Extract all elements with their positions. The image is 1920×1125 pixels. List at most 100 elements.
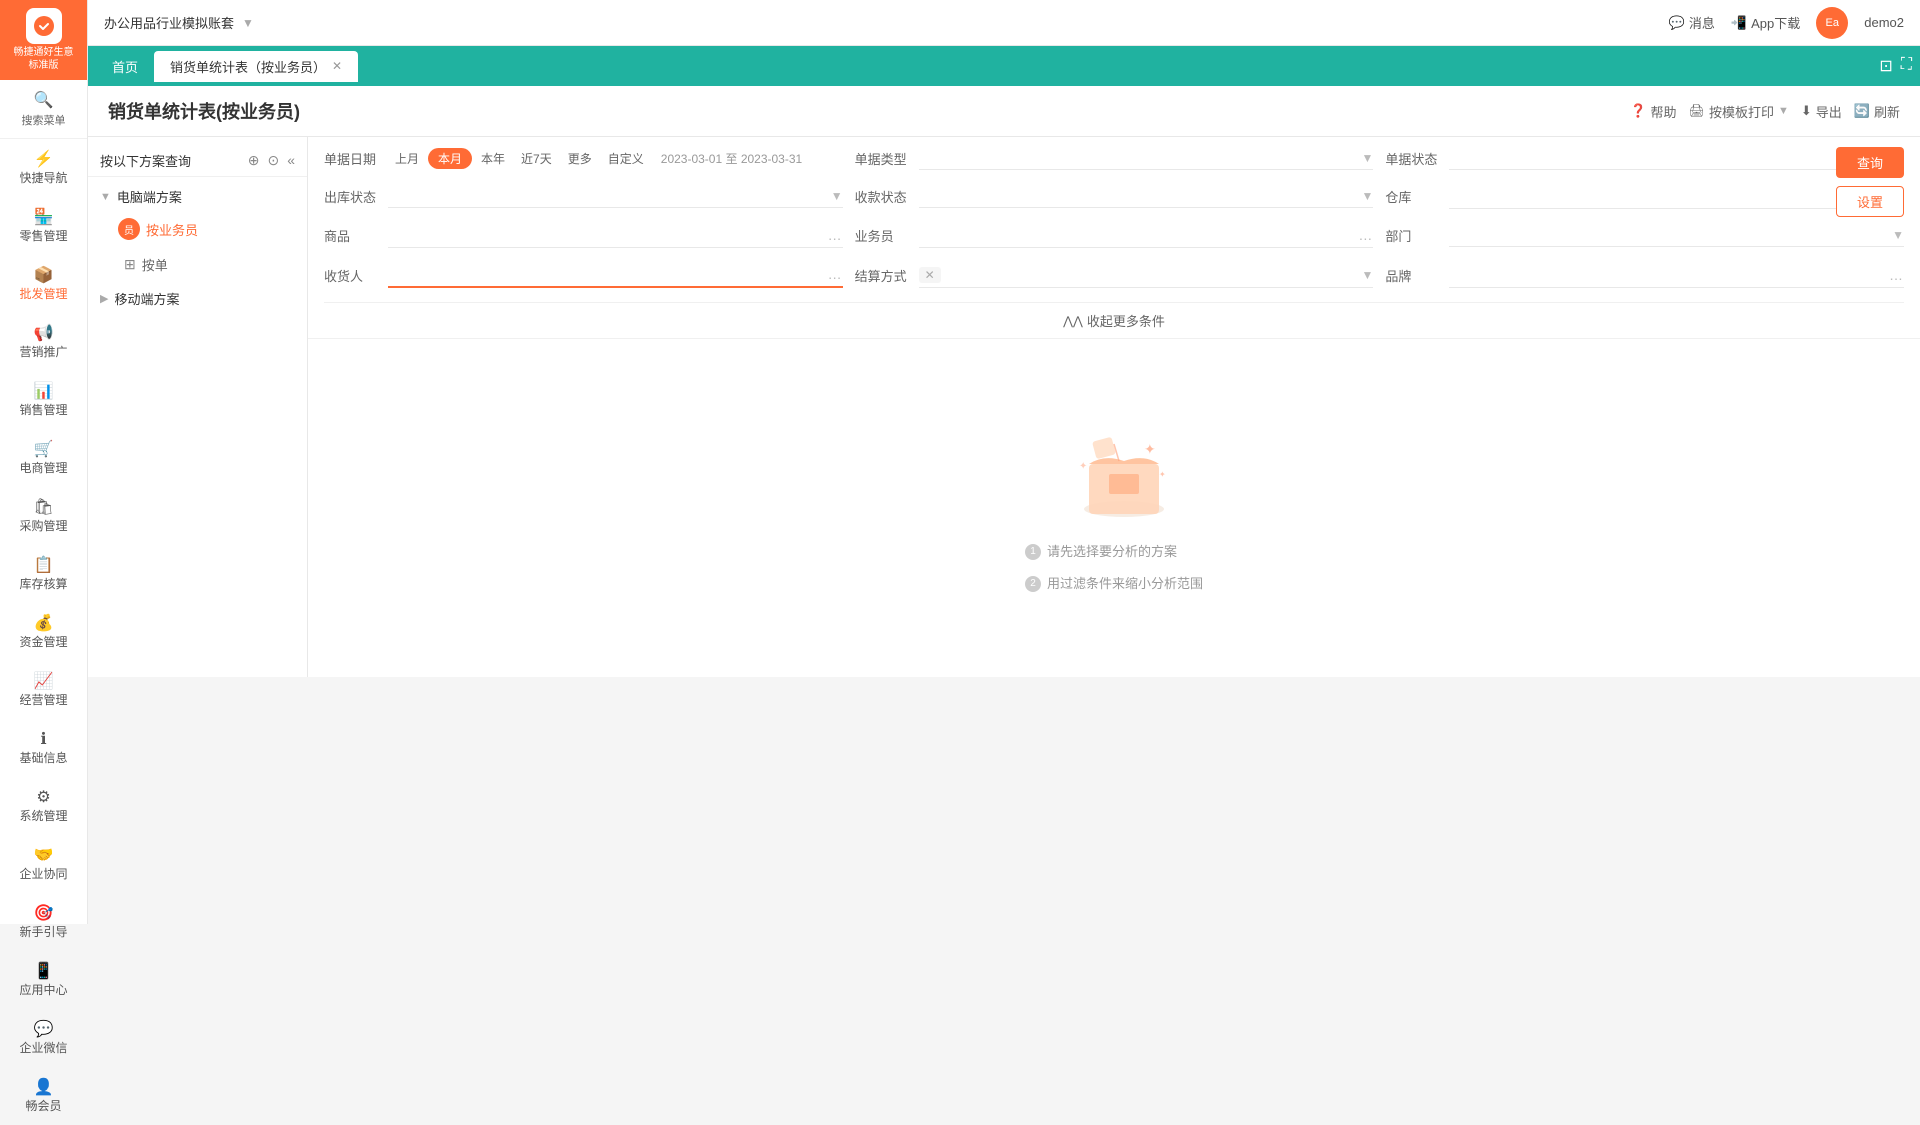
department-chevron-icon: ▼ (1892, 228, 1904, 242)
scheme-group-desktop-label: 电脑端方案 (117, 187, 182, 206)
print-icon: 🖨 (1688, 103, 1705, 119)
filter-doc-type: 单据类型 ▼ (843, 147, 1374, 170)
brand-select[interactable]: … (1449, 263, 1904, 288)
sidebar-item-marketing[interactable]: 📢 营销推广 (0, 313, 87, 371)
tab-minimize-icon[interactable]: ⊡ (1879, 56, 1892, 76)
left-panel-header: 按以下方案查询 ⊕ ⊙ « (88, 145, 307, 177)
tab-close-icon[interactable]: ✕ (332, 59, 342, 73)
user-avatar[interactable]: Ea (1816, 7, 1848, 39)
out-status-select[interactable]: ▼ (388, 185, 843, 208)
date-tab-current-year[interactable]: 本年 (474, 148, 512, 169)
filter-department: 部门 ▼ (1373, 224, 1904, 247)
scheme-group-desktop-header[interactable]: ▼ 电脑端方案 (88, 181, 307, 212)
scheme-group-mobile-header[interactable]: ▶ 移动端方案 (88, 283, 307, 314)
sidebar-item-system[interactable]: ⚙ 系统管理 (0, 777, 87, 835)
goods-select[interactable]: … (388, 223, 843, 248)
left-panel-title: 按以下方案查询 (100, 151, 191, 170)
sidebar-item-app-center[interactable]: 📱 应用中心 (0, 951, 87, 1009)
filter-settlement: 结算方式 ✕ ▼ (843, 263, 1374, 288)
date-tab-more[interactable]: 更多 (561, 148, 599, 169)
sidebar-item-retail[interactable]: 🏪 零售管理 (0, 197, 87, 255)
doc-status-label: 单据状态 (1385, 149, 1441, 168)
settlement-chevron-icon: ▼ (1361, 268, 1373, 282)
sub-group-by-order: ⊞ 按单 (88, 246, 307, 283)
inventory-icon: 📋 (34, 555, 54, 575)
filter-receiver: 收货人 … (324, 262, 843, 288)
sidebar-item-search[interactable]: 🔍 搜索菜单 (0, 80, 87, 139)
svg-text:✦: ✦ (1159, 470, 1166, 479)
sidebar-item-operations[interactable]: 📈 经营管理 (0, 661, 87, 719)
content-wrapper: 按以下方案查询 ⊕ ⊙ « ▼ 电脑端方案 (88, 137, 1920, 677)
query-button[interactable]: 查询 (1836, 147, 1904, 178)
scheme-group-mobile-arrow-icon: ▶ (100, 292, 108, 305)
sidebar-logo[interactable]: 畅捷通好生意 标准版 (0, 0, 87, 80)
empty-state-icon: ✦ ✦ ✦ (1064, 419, 1164, 519)
goods-dots: … (828, 227, 843, 243)
sidebar-item-collab[interactable]: 🤝 企业协同 (0, 835, 87, 893)
refresh-button[interactable]: 🔄 刷新 (1854, 102, 1900, 121)
scheme-item-salesperson[interactable]: 员 按业务员 (88, 212, 307, 246)
sidebar-item-sales[interactable]: 📊 销售管理 (0, 371, 87, 429)
salesperson-label: 业务员 (855, 226, 911, 245)
sidebar-item-ecommerce[interactable]: 🛒 电商管理 (0, 429, 87, 487)
export-button[interactable]: ⬇ 导出 (1801, 102, 1842, 121)
sidebar-item-finance[interactable]: 💰 资金管理 (0, 603, 87, 661)
app-center-icon: 📱 (34, 961, 54, 981)
sidebar-item-member[interactable]: 👤 畅会员 (0, 1067, 87, 1125)
tip-item-2: 2 用过滤条件来缩小分析范围 (1025, 571, 1203, 597)
guide-icon: 🎯 (34, 903, 54, 923)
doc-type-select[interactable]: ▼ (919, 147, 1374, 170)
add-scheme-icon[interactable]: ⊕ (248, 152, 260, 169)
print-button[interactable]: 🖨 按模板打印 ▼ (1688, 102, 1788, 121)
sub-group-by-order-header[interactable]: ⊞ 按单 (88, 250, 307, 279)
receiver-input[interactable]: … (388, 262, 843, 288)
receipt-status-select[interactable]: ▼ (919, 185, 1374, 208)
settlement-tag-clear-icon[interactable]: ✕ (925, 268, 935, 282)
tab-sales-stat[interactable]: 销货单统计表（按业务员） ✕ (154, 51, 358, 82)
logo-text: 畅捷通好生意 标准版 (14, 46, 74, 72)
refresh-icon: 🔄 (1854, 103, 1870, 119)
user-name[interactable]: demo2 (1864, 15, 1904, 30)
settlement-tag: ✕ (919, 267, 941, 283)
sidebar-item-quick-nav[interactable]: ⚡ 快捷导航 (0, 139, 87, 197)
account-dropdown[interactable]: 办公用品行业模拟账套 (104, 13, 234, 32)
message-button[interactable]: 💬 消息 (1669, 13, 1715, 32)
sidebar-item-purchase[interactable]: 🛍 采购管理 (0, 487, 87, 545)
department-select[interactable]: ▼ (1449, 224, 1904, 247)
tab-home[interactable]: 首页 (96, 51, 154, 82)
out-status-label: 出库状态 (324, 187, 380, 206)
edit-scheme-icon[interactable]: ⊙ (267, 152, 279, 169)
help-button[interactable]: ❓ 帮助 (1630, 102, 1676, 121)
settings-button[interactable]: 设置 (1836, 186, 1904, 217)
sidebar-item-inventory[interactable]: 📋 库存核算 (0, 545, 87, 603)
salesperson-dots: … (1358, 227, 1373, 243)
sidebar-item-wholesale[interactable]: 📦 批发管理 (0, 255, 87, 313)
date-tab-current-month[interactable]: 本月 (428, 148, 472, 169)
receiver-dots: … (828, 266, 843, 282)
print-chevron-icon: ▼ (1778, 105, 1789, 117)
sidebar-item-enterprise-wechat[interactable]: 💬 企业微信 (0, 1009, 87, 1067)
sidebar-item-guide[interactable]: 🎯 新手引导 (0, 893, 87, 951)
collapse-panel-icon[interactable]: « (287, 152, 295, 169)
date-tab-last-7-days[interactable]: 近7天 (514, 148, 559, 169)
receipt-status-chevron-icon: ▼ (1361, 189, 1373, 203)
brand-dots: … (1889, 267, 1904, 283)
date-tab-last-month[interactable]: 上月 (388, 148, 426, 169)
collapse-button[interactable]: ⋀⋀ 收起更多条件 (1063, 311, 1165, 330)
filter-row-3: 商品 … 业务员 … (324, 223, 1904, 248)
tip-item-1: 1 请先选择要分析的方案 (1025, 539, 1203, 565)
filter-row-4: 收货人 … 结算方式 ✕ ▼ (324, 262, 1904, 288)
sidebar-item-basic-info[interactable]: ℹ 基础信息 (0, 719, 87, 777)
app-download-button[interactable]: 📲 App下载 (1731, 13, 1800, 32)
tip-num-1: 1 (1025, 544, 1041, 560)
date-tab-custom[interactable]: 自定义 (601, 148, 651, 169)
salesperson-select[interactable]: … (919, 223, 1374, 248)
salesperson-scheme-icon: 员 (118, 218, 140, 240)
system-icon: ⚙ (36, 787, 50, 807)
wholesale-icon: 📦 (34, 265, 54, 285)
department-label: 部门 (1385, 226, 1441, 245)
settlement-select[interactable]: ✕ ▼ (919, 263, 1374, 288)
tab-maximize-icon[interactable]: ⛶ (1901, 56, 1912, 76)
message-icon: 💬 (1669, 15, 1685, 31)
filter-row-1: 单据日期 上月 本月 本年 近7天 更多 自定义 2023-03-01 至 20… (324, 147, 1904, 170)
